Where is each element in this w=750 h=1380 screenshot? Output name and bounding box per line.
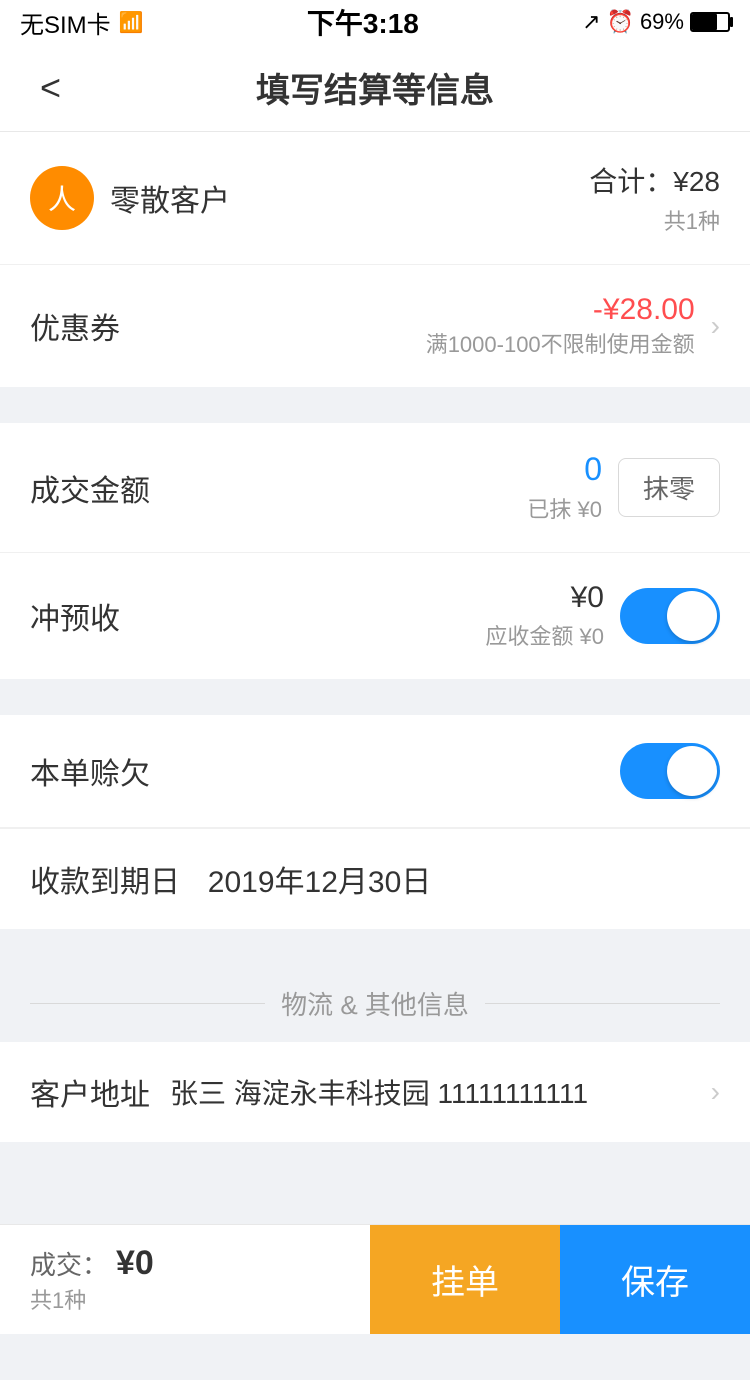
logistics-line-left xyxy=(30,1003,265,1004)
coupon-row[interactable]: 优惠券 -¥28.00 满1000-100不限制使用金额 › xyxy=(0,264,750,387)
address-section: 客户地址 张三 海淀永丰科技园 11111111111 › xyxy=(0,1042,750,1142)
customer-section: 人 零散客户 合计：¥28 共1种 优惠券 -¥28.00 满1000-100不… xyxy=(0,132,750,387)
precharge-receivable: 应收金额 ¥0 xyxy=(485,619,604,651)
logistics-line-right xyxy=(485,1003,720,1004)
due-date-label: 收款到期日 xyxy=(30,866,180,899)
precharge-right: ¥0 应收金额 ¥0 xyxy=(485,581,720,651)
back-button[interactable]: < xyxy=(30,57,71,119)
battery-icon xyxy=(690,12,730,32)
due-date-row: 收款到期日 2019年12月30日 xyxy=(0,828,750,929)
battery-percent: 69% xyxy=(640,9,684,35)
avatar: 人 xyxy=(30,166,94,230)
logistics-label: 物流 & 其他信息 xyxy=(281,985,469,1022)
precharge-toggle[interactable] xyxy=(620,588,720,644)
address-chevron-icon: › xyxy=(711,1076,720,1108)
deal-amount-right: 0 已抹 ¥0 抹零 xyxy=(527,451,720,524)
customer-name: 零散客户 xyxy=(110,176,230,220)
section-divider-2 xyxy=(0,697,750,715)
carrier-text: 无SIM卡 xyxy=(20,5,111,40)
coupon-desc: 满1000-100不限制使用金额 xyxy=(426,327,695,359)
suspend-button[interactable]: 挂单 xyxy=(370,1225,560,1334)
status-time: 下午3:18 xyxy=(307,2,419,42)
address-value: 张三 海淀永丰科技园 11111111111 xyxy=(170,1072,683,1112)
alarm-icon: ⏰ xyxy=(607,9,634,35)
deal-amount-section: 成交金额 0 已抹 ¥0 抹零 冲预收 ¥0 应收金额 ¥0 xyxy=(0,423,750,679)
deal-amount-sub: 已抹 ¥0 xyxy=(527,492,602,524)
bottom-bar: 成交： ¥0 共1种 挂单 保存 xyxy=(0,1224,750,1334)
bottom-deal-amount: ¥0 xyxy=(116,1244,154,1283)
status-left: 无SIM卡 📶 xyxy=(20,5,144,40)
customer-total: 合计：¥28 共1种 xyxy=(589,160,720,236)
total-amount: 合计：¥28 xyxy=(589,160,720,200)
save-button[interactable]: 保存 xyxy=(560,1225,750,1334)
location-icon: ↗ xyxy=(582,9,600,35)
precharge-amount: ¥0 xyxy=(485,581,604,615)
credit-toggle-thumb xyxy=(667,746,717,796)
bottom-count: 共1种 xyxy=(30,1283,340,1315)
credit-row: 本单赊欠 xyxy=(0,715,750,828)
total-count: 共1种 xyxy=(589,204,720,236)
credit-toggle[interactable] xyxy=(620,743,720,799)
credit-label: 本单赊欠 xyxy=(30,749,150,793)
toggle-thumb xyxy=(667,591,717,641)
section-divider-1 xyxy=(0,405,750,423)
wifi-icon: 📶 xyxy=(119,10,144,35)
address-label: 客户地址 xyxy=(30,1070,150,1114)
due-date-value: 2019年12月30日 xyxy=(208,866,431,899)
nav-bar: < 填写结算等信息 xyxy=(0,44,750,132)
coupon-discount: -¥28.00 xyxy=(426,293,695,327)
coupon-info: -¥28.00 满1000-100不限制使用金额 xyxy=(426,293,695,359)
deal-amount-label: 成交金额 xyxy=(30,466,150,510)
bottom-deal-label: 成交： xyxy=(30,1245,108,1282)
coupon-label: 优惠券 xyxy=(30,304,120,348)
customer-info: 人 零散客户 xyxy=(30,166,230,230)
deal-amount-value[interactable]: 0 xyxy=(527,451,602,488)
status-bar: 无SIM卡 📶 下午3:18 ↗ ⏰ 69% xyxy=(0,0,750,44)
chevron-right-icon: › xyxy=(711,310,720,342)
section-divider-3 xyxy=(0,947,750,965)
precharge-label: 冲预收 xyxy=(30,594,120,638)
page-title: 填写结算等信息 xyxy=(256,63,494,112)
logistics-header: 物流 & 其他信息 xyxy=(0,965,750,1042)
address-row[interactable]: 客户地址 张三 海淀永丰科技园 11111111111 › xyxy=(0,1042,750,1142)
round-off-button[interactable]: 抹零 xyxy=(618,458,720,517)
status-right: ↗ ⏰ 69% xyxy=(582,9,730,35)
customer-row: 人 零散客户 合计：¥28 共1种 xyxy=(0,132,750,264)
precharge-row: 冲预收 ¥0 应收金额 ¥0 xyxy=(0,553,750,679)
bottom-summary: 成交： ¥0 共1种 xyxy=(0,1225,370,1334)
precharge-amounts: ¥0 应收金额 ¥0 xyxy=(485,581,604,651)
deal-amount-row: 成交金额 0 已抹 ¥0 抹零 xyxy=(0,423,750,553)
credit-section: 本单赊欠 收款到期日 2019年12月30日 xyxy=(0,715,750,929)
